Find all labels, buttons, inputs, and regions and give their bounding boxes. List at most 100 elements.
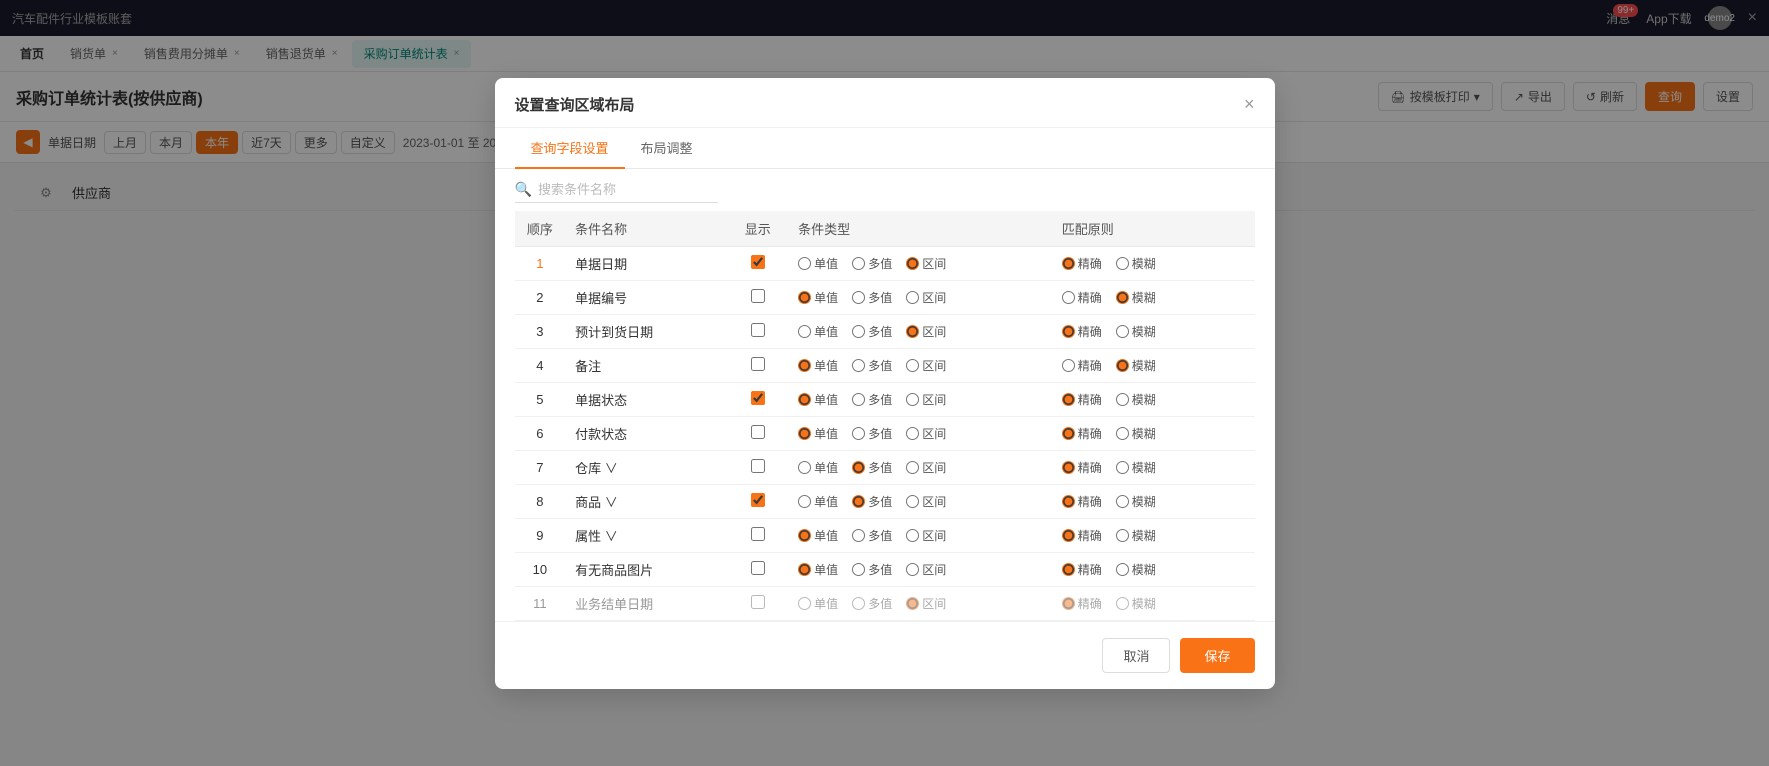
row-display[interactable]	[727, 450, 788, 484]
match-rule-模糊[interactable]: 模糊	[1116, 595, 1156, 612]
cond-type-单值[interactable]: 单值	[798, 391, 838, 408]
cond-type-单值[interactable]: 单值	[798, 323, 838, 340]
display-checkbox[interactable]	[751, 561, 765, 575]
match-rule-精确[interactable]: 精确	[1062, 323, 1102, 340]
cond-type-单值[interactable]: 单值	[798, 527, 838, 544]
row-match-rule: 精确模糊	[1052, 484, 1255, 518]
display-checkbox[interactable]	[751, 459, 765, 473]
row-name: 付款状态	[565, 416, 727, 450]
row-name: 预计到货日期	[565, 314, 727, 348]
match-rule-模糊[interactable]: 模糊	[1116, 493, 1156, 510]
cond-type-多值[interactable]: 多值	[852, 255, 892, 272]
match-rule-精确[interactable]: 精确	[1062, 391, 1102, 408]
display-checkbox[interactable]	[751, 493, 765, 507]
cond-type-区间[interactable]: 区间	[906, 459, 946, 476]
row-display[interactable]	[727, 348, 788, 382]
cond-type-单值[interactable]: 单值	[798, 595, 838, 612]
cond-type-单值[interactable]: 单值	[798, 255, 838, 272]
cond-type-多值[interactable]: 多值	[852, 357, 892, 374]
match-rule-精确[interactable]: 精确	[1062, 255, 1102, 272]
modal-close-btn[interactable]: ×	[1244, 95, 1255, 113]
match-rule-精确[interactable]: 精确	[1062, 289, 1102, 306]
cond-type-单值[interactable]: 单值	[798, 357, 838, 374]
cond-type-区间[interactable]: 区间	[906, 595, 946, 612]
row-display[interactable]	[727, 586, 788, 620]
row-order: 10	[515, 552, 566, 586]
display-checkbox[interactable]	[751, 289, 765, 303]
row-order: 5	[515, 382, 566, 416]
modal-tab-query-fields[interactable]: 查询字段设置	[515, 128, 625, 169]
row-cond-type: 单值多值区间	[788, 552, 1052, 586]
row-display[interactable]	[727, 314, 788, 348]
match-rule-精确[interactable]: 精确	[1062, 357, 1102, 374]
save-btn[interactable]: 保存	[1180, 638, 1254, 673]
cond-type-多值[interactable]: 多值	[852, 289, 892, 306]
cond-type-单值[interactable]: 单值	[798, 561, 838, 578]
match-rule-模糊[interactable]: 模糊	[1116, 561, 1156, 578]
modal-backdrop[interactable]: 设置查询区域布局 × 查询字段设置 布局调整 🔍 顺序	[0, 0, 1769, 766]
match-rule-精确[interactable]: 精确	[1062, 425, 1102, 442]
match-rule-精确[interactable]: 精确	[1062, 595, 1102, 612]
match-rule-模糊[interactable]: 模糊	[1116, 357, 1156, 374]
cond-type-单值[interactable]: 单值	[798, 459, 838, 476]
match-rule-模糊[interactable]: 模糊	[1116, 459, 1156, 476]
match-rule-模糊[interactable]: 模糊	[1116, 289, 1156, 306]
match-rule-精确[interactable]: 精确	[1062, 527, 1102, 544]
display-checkbox[interactable]	[751, 255, 765, 269]
cond-type-多值[interactable]: 多值	[852, 391, 892, 408]
display-checkbox[interactable]	[751, 391, 765, 405]
row-display[interactable]	[727, 416, 788, 450]
cond-type-区间[interactable]: 区间	[906, 527, 946, 544]
cond-type-单值[interactable]: 单值	[798, 425, 838, 442]
cond-type-多值[interactable]: 多值	[852, 459, 892, 476]
row-cond-type: 单值多值区间	[788, 450, 1052, 484]
display-checkbox[interactable]	[751, 425, 765, 439]
table-row: 5单据状态单值多值区间精确模糊	[515, 382, 1255, 416]
row-display[interactable]	[727, 484, 788, 518]
cond-type-区间[interactable]: 区间	[906, 493, 946, 510]
row-order: 11	[515, 586, 566, 620]
row-display[interactable]	[727, 552, 788, 586]
row-display[interactable]	[727, 382, 788, 416]
cond-type-单值[interactable]: 单值	[798, 289, 838, 306]
cancel-btn[interactable]: 取消	[1102, 638, 1170, 673]
cond-type-区间[interactable]: 区间	[906, 391, 946, 408]
table-row: 11业务结单日期单值多值区间精确模糊	[515, 586, 1255, 620]
modal-tab-layout-adjust[interactable]: 布局调整	[625, 128, 709, 169]
cond-type-多值[interactable]: 多值	[852, 323, 892, 340]
cond-type-区间[interactable]: 区间	[906, 357, 946, 374]
cond-type-区间[interactable]: 区间	[906, 323, 946, 340]
cond-type-多值[interactable]: 多值	[852, 493, 892, 510]
cond-type-多值[interactable]: 多值	[852, 425, 892, 442]
row-order: 4	[515, 348, 566, 382]
modal-footer: 取消 保存	[495, 621, 1275, 689]
row-display[interactable]	[727, 518, 788, 552]
match-rule-模糊[interactable]: 模糊	[1116, 425, 1156, 442]
cond-type-单值[interactable]: 单值	[798, 493, 838, 510]
row-order: 3	[515, 314, 566, 348]
match-rule-模糊[interactable]: 模糊	[1116, 323, 1156, 340]
match-rule-精确[interactable]: 精确	[1062, 493, 1102, 510]
modal-header: 设置查询区域布局 ×	[495, 78, 1275, 128]
display-checkbox[interactable]	[751, 357, 765, 371]
display-checkbox[interactable]	[751, 323, 765, 337]
cond-type-多值[interactable]: 多值	[852, 561, 892, 578]
cond-type-区间[interactable]: 区间	[906, 561, 946, 578]
row-name: 商品 ∨	[565, 484, 727, 518]
cond-type-区间[interactable]: 区间	[906, 289, 946, 306]
match-rule-精确[interactable]: 精确	[1062, 561, 1102, 578]
display-checkbox[interactable]	[751, 527, 765, 541]
match-rule-模糊[interactable]: 模糊	[1116, 527, 1156, 544]
search-input[interactable]	[538, 182, 718, 197]
match-rule-模糊[interactable]: 模糊	[1116, 255, 1156, 272]
match-rule-精确[interactable]: 精确	[1062, 459, 1102, 476]
cond-type-多值[interactable]: 多值	[852, 595, 892, 612]
row-display[interactable]	[727, 280, 788, 314]
cond-type-区间[interactable]: 区间	[906, 255, 946, 272]
row-display[interactable]	[727, 246, 788, 280]
cond-type-区间[interactable]: 区间	[906, 425, 946, 442]
match-rule-模糊[interactable]: 模糊	[1116, 391, 1156, 408]
cond-type-多值[interactable]: 多值	[852, 527, 892, 544]
row-match-rule: 精确模糊	[1052, 314, 1255, 348]
display-checkbox[interactable]	[751, 595, 765, 609]
